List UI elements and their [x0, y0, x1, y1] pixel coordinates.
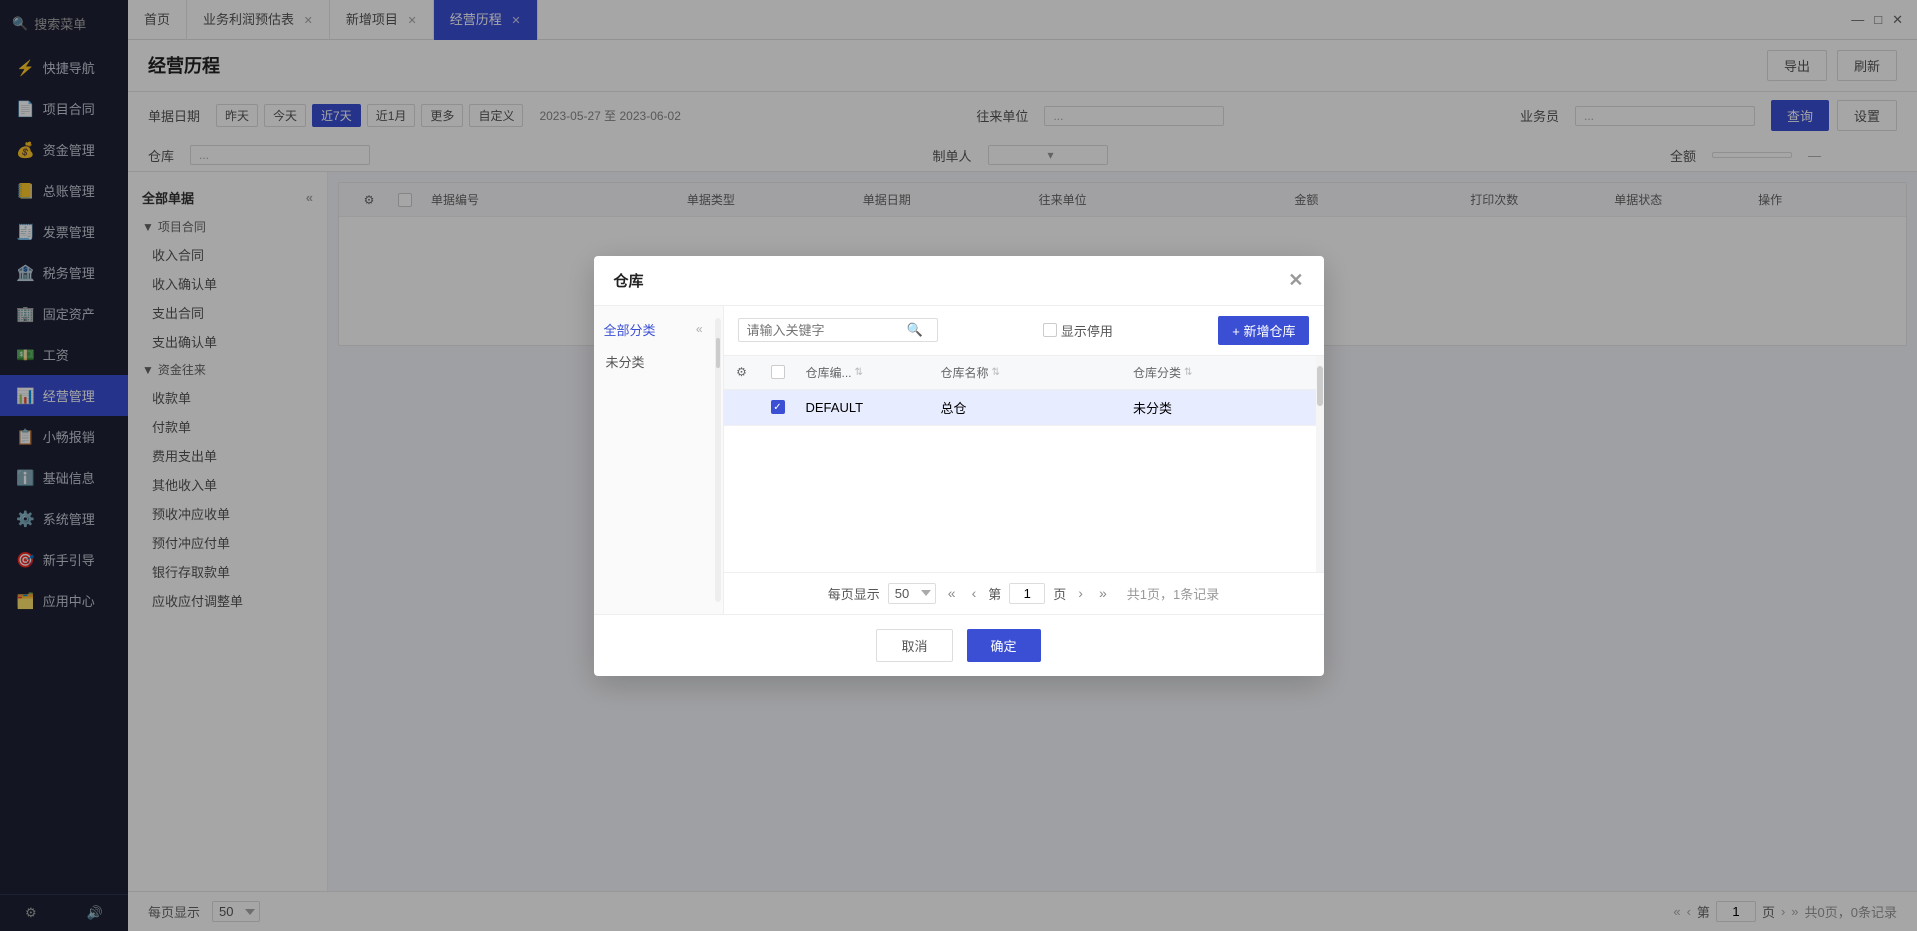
cancel-button[interactable]: 取消 — [876, 629, 952, 662]
modal-page-label: 第 — [988, 584, 1001, 603]
th-check — [760, 365, 796, 379]
gear-icon: ⚙ — [736, 365, 747, 379]
modal-search-input[interactable] — [747, 323, 907, 338]
th-code-label: 仓库编... — [806, 364, 852, 381]
th-category-label: 仓库分类 — [1133, 364, 1181, 381]
add-warehouse-button[interactable]: + 新增仓库 — [1218, 316, 1309, 345]
row-checkbox-1[interactable]: ✓ — [771, 400, 785, 414]
th-name-label: 仓库名称 — [941, 364, 989, 381]
td-name-1: 总仓 — [931, 398, 1124, 417]
all-category-label: 全部分类 — [604, 320, 656, 339]
modal-table-scrolltrack[interactable] — [1316, 356, 1324, 572]
sort-icon-name[interactable]: ⇅ — [992, 367, 1000, 378]
confirm-button[interactable]: 确定 — [967, 629, 1041, 662]
modal-prev-btn[interactable]: ‹ — [968, 583, 981, 603]
modal-page-input[interactable] — [1009, 583, 1045, 604]
modal-pagination: 每页显示 50 100 « ‹ 第 页 › » 共1页，1条记录 — [724, 572, 1324, 614]
modal-toolbar: 🔍 显示停用 + 新增仓库 — [724, 306, 1324, 356]
modal-left-scroll: 全部分类 « 未分类 — [594, 314, 723, 606]
modal-all-category[interactable]: 全部分类 « — [594, 314, 713, 345]
show-disabled-label: 显示停用 — [1061, 321, 1113, 340]
modal-header: 仓库 ✕ — [594, 256, 1324, 306]
sort-icon-category[interactable]: ⇅ — [1184, 367, 1192, 378]
modal-page-suffix: 页 — [1053, 584, 1066, 603]
modal-close-button[interactable]: ✕ — [1288, 271, 1303, 289]
modal-left-scrolltrack[interactable] — [715, 318, 721, 602]
warehouse-modal: 仓库 ✕ 全部分类 « 未分类 — [594, 256, 1324, 676]
modal-right-panel: 🔍 显示停用 + 新增仓库 ⚙ — [724, 306, 1324, 614]
modal-per-page-select[interactable]: 50 100 — [888, 583, 936, 604]
modal-left-collapse-icon[interactable]: « — [696, 322, 703, 336]
modal-select-all[interactable] — [771, 365, 785, 379]
th-warehouse-category: 仓库分类 ⇅ — [1123, 364, 1316, 381]
td-code-1: DEFAULT — [796, 400, 931, 415]
modal-table-scroll: ⚙ 仓库编... ⇅ 仓库名称 ⇅ — [724, 356, 1324, 572]
modal-uncategorized-item[interactable]: 未分类 — [594, 345, 713, 378]
modal-table-scrollthumb[interactable] — [1317, 366, 1323, 406]
modal-overlay: 仓库 ✕ 全部分类 « 未分类 — [0, 0, 1917, 931]
warehouse-table-row[interactable]: ✓ DEFAULT 总仓 未分类 — [724, 390, 1316, 426]
modal-title: 仓库 — [614, 270, 644, 291]
th-gear[interactable]: ⚙ — [724, 365, 760, 379]
td-check-1[interactable]: ✓ — [760, 400, 796, 414]
modal-per-page-label: 每页显示 — [828, 584, 880, 603]
modal-table-content: ⚙ 仓库编... ⇅ 仓库名称 ⇅ — [724, 356, 1316, 572]
modal-next-btn[interactable]: › — [1074, 583, 1087, 603]
th-warehouse-name: 仓库名称 ⇅ — [931, 364, 1124, 381]
modal-total-label: 共1页，1条记录 — [1127, 584, 1219, 603]
modal-search-icon[interactable]: 🔍 — [907, 322, 923, 338]
show-disabled-checkbox-group: 显示停用 — [1043, 321, 1113, 340]
modal-left-scrollthumb[interactable] — [716, 338, 720, 368]
modal-footer: 取消 确定 — [594, 614, 1324, 676]
modal-last-btn[interactable]: » — [1095, 583, 1111, 603]
modal-left-content: 全部分类 « 未分类 — [594, 314, 713, 606]
modal-first-btn[interactable]: « — [944, 583, 960, 603]
sort-icon-code[interactable]: ⇅ — [855, 367, 863, 378]
modal-search-box[interactable]: 🔍 — [738, 318, 938, 342]
modal-table-header: ⚙ 仓库编... ⇅ 仓库名称 ⇅ — [724, 356, 1316, 390]
td-category-1: 未分类 — [1123, 398, 1316, 417]
modal-body: 全部分类 « 未分类 🔍 — [594, 306, 1324, 614]
show-disabled-checkbox[interactable] — [1043, 323, 1057, 337]
th-warehouse-code: 仓库编... ⇅ — [796, 364, 931, 381]
modal-left-panel: 全部分类 « 未分类 — [594, 306, 724, 614]
